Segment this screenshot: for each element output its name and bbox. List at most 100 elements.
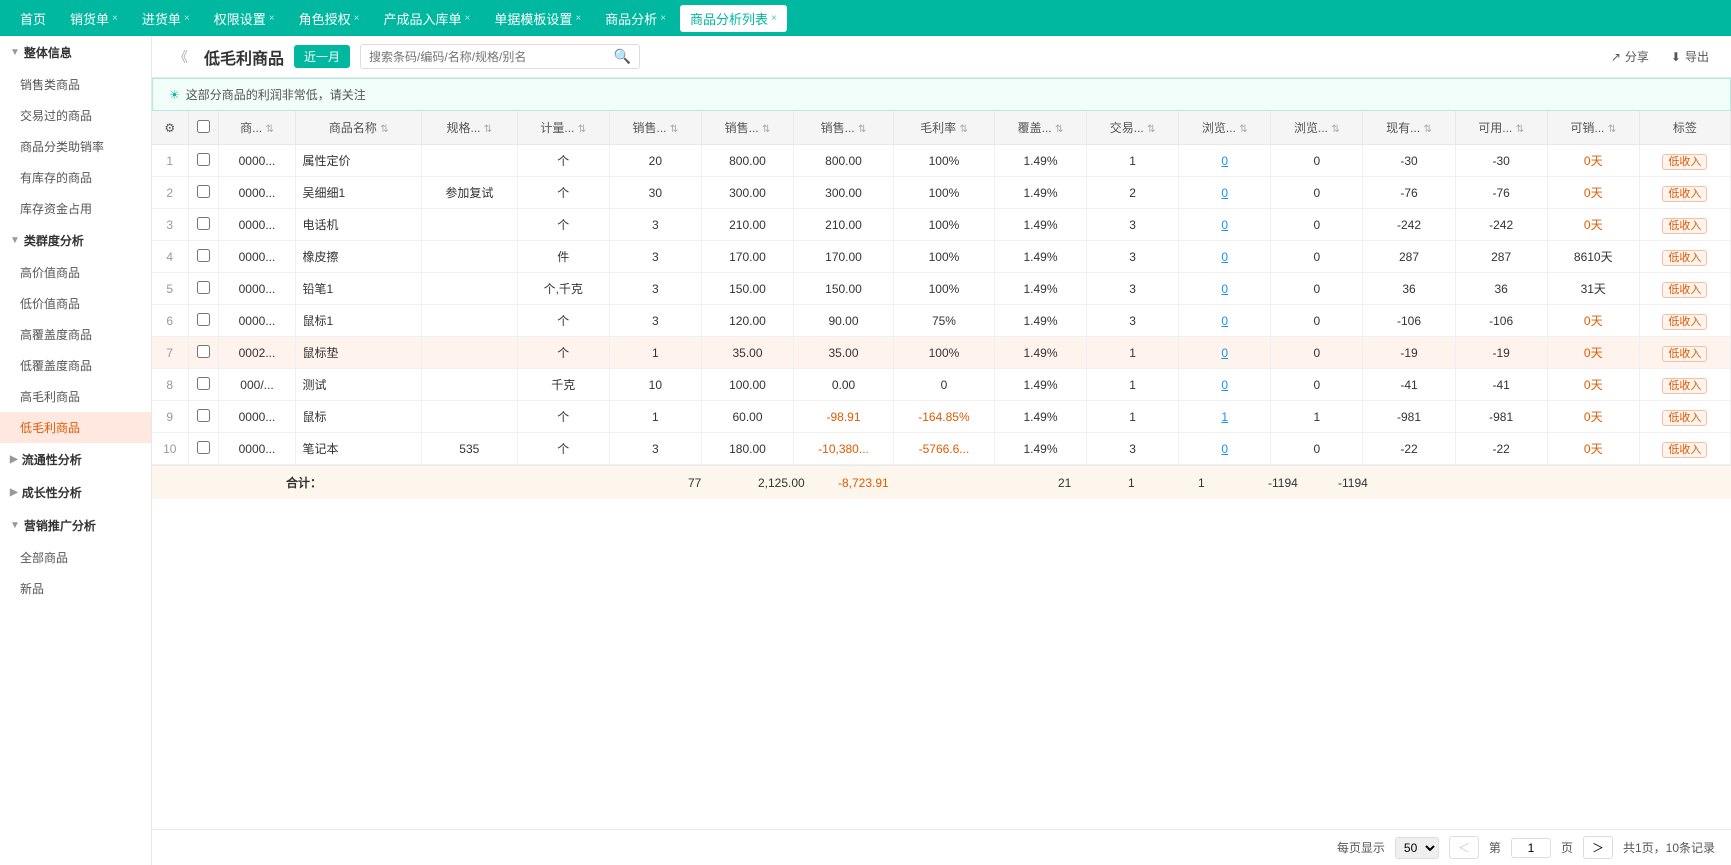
col-checkbox[interactable]: [188, 111, 218, 145]
row-sales-amount-7: 35.00: [794, 337, 894, 369]
row-browse1-8[interactable]: 0: [1179, 369, 1271, 401]
period-button[interactable]: 近一月: [294, 45, 350, 68]
row-checkbox-10[interactable]: [188, 433, 218, 465]
select-all-checkbox[interactable]: [197, 120, 210, 133]
sidebar-item-high-value[interactable]: 高价值商品: [0, 257, 151, 288]
sidebar-item-new-goods[interactable]: 新品: [0, 573, 151, 604]
row-checkbox-1[interactable]: [188, 145, 218, 177]
footer-sales-price: 2,125.00: [758, 476, 838, 490]
col-current[interactable]: 现有... ⇅: [1363, 111, 1455, 145]
col-sales-qty[interactable]: 销售... ⇅: [609, 111, 701, 145]
row-sales-amount-8: 0.00: [794, 369, 894, 401]
table-row: 7 0002... 鼠标垫 个 1 35.00 35.00 100% 1.49%…: [152, 337, 1731, 369]
row-browse1-1[interactable]: 0: [1179, 145, 1271, 177]
page-number-input[interactable]: [1511, 838, 1551, 858]
col-browse1[interactable]: 浏览... ⇅: [1179, 111, 1271, 145]
col-code[interactable]: 商... ⇅: [218, 111, 296, 145]
row-name-1: 属性定价: [296, 145, 422, 177]
search-icon[interactable]: 🔍: [614, 48, 631, 65]
nav-close-product-analysis-list[interactable]: ×: [771, 13, 777, 24]
nav-close-template-settings[interactable]: ×: [575, 13, 581, 24]
row-checkbox-6[interactable]: [188, 305, 218, 337]
nav-purchase-order[interactable]: 进货单 ×: [132, 5, 200, 32]
row-checkbox-7[interactable]: [188, 337, 218, 369]
sidebar-item-high-coverage[interactable]: 高覆盖度商品: [0, 319, 151, 350]
row-checkbox-8[interactable]: [188, 369, 218, 401]
next-page-button[interactable]: ＞: [1583, 836, 1613, 859]
nav-close-product-analysis[interactable]: ×: [660, 13, 666, 24]
sidebar-group-growth[interactable]: ▶ 成长性分析: [0, 476, 151, 509]
nav-product-inbound[interactable]: 产成品入库单 ×: [373, 5, 480, 32]
table-container[interactable]: ⚙ 商... ⇅ 商品名称 ⇅ 规格... ⇅ 计量... ⇅ 销售... ⇅ …: [152, 111, 1731, 829]
prev-page-button[interactable]: ＜: [1449, 836, 1479, 859]
export-icon: ⬇: [1671, 50, 1681, 64]
sidebar-collapse-btn[interactable]: 《: [168, 47, 194, 67]
row-checkbox-9[interactable]: [188, 401, 218, 433]
nav-close-permissions[interactable]: ×: [269, 13, 275, 24]
nav-close-sales-order[interactable]: ×: [112, 13, 118, 24]
sidebar-group-liquidity[interactable]: ▶ 流通性分析: [0, 443, 151, 476]
row-browse1-4[interactable]: 0: [1179, 241, 1271, 273]
col-browse2[interactable]: 浏览... ⇅: [1271, 111, 1363, 145]
page-title: 低毛利商品: [204, 45, 284, 69]
export-button[interactable]: ⬇ 导出: [1665, 45, 1715, 68]
sidebar-group-cluster[interactable]: ▼ 类群度分析: [0, 224, 151, 257]
row-browse1-2[interactable]: 0: [1179, 177, 1271, 209]
nav-close-product-inbound[interactable]: ×: [464, 13, 470, 24]
row-browse1-7[interactable]: 0: [1179, 337, 1271, 369]
sidebar-item-high-margin[interactable]: 高毛利商品: [0, 381, 151, 412]
row-checkbox-4[interactable]: [188, 241, 218, 273]
sidebar-item-all-goods[interactable]: 全部商品: [0, 542, 151, 573]
sidebar-item-low-coverage[interactable]: 低覆盖度商品: [0, 350, 151, 381]
nav-close-purchase-order[interactable]: ×: [184, 13, 190, 24]
col-settings[interactable]: ⚙: [152, 111, 188, 145]
col-unit[interactable]: 计量... ⇅: [517, 111, 609, 145]
col-sales-amount[interactable]: 销售... ⇅: [794, 111, 894, 145]
sidebar-item-low-value[interactable]: 低价值商品: [0, 288, 151, 319]
row-browse1-3[interactable]: 0: [1179, 209, 1271, 241]
row-trade-3: 3: [1087, 209, 1179, 241]
row-checkbox-3[interactable]: [188, 209, 218, 241]
col-sales-price[interactable]: 销售... ⇅: [701, 111, 793, 145]
sidebar-item-sales-goods[interactable]: 销售类商品: [0, 69, 151, 100]
nav-product-analysis[interactable]: 商品分析 ×: [595, 5, 676, 32]
nav-home[interactable]: 首页: [10, 5, 56, 32]
row-browse1-5[interactable]: 0: [1179, 273, 1271, 305]
row-num-5: 5: [152, 273, 188, 305]
sidebar-item-category-rate[interactable]: 商品分类助销率: [0, 131, 151, 162]
col-spec[interactable]: 规格... ⇅: [421, 111, 517, 145]
col-name[interactable]: 商品名称 ⇅: [296, 111, 422, 145]
row-gross-rate-8: 0: [893, 369, 994, 401]
row-current-5: 36: [1363, 273, 1455, 305]
col-saleable[interactable]: 可销... ⇅: [1547, 111, 1639, 145]
nav-sales-order[interactable]: 销货单 ×: [60, 5, 128, 32]
col-coverage[interactable]: 覆盖... ⇅: [994, 111, 1086, 145]
row-browse1-6[interactable]: 0: [1179, 305, 1271, 337]
search-input[interactable]: [369, 50, 609, 64]
row-available-7: -19: [1455, 337, 1547, 369]
settings-icon[interactable]: ⚙: [164, 121, 175, 135]
row-browse1-10[interactable]: 0: [1179, 433, 1271, 465]
sidebar-item-instock-goods[interactable]: 有库存的商品: [0, 162, 151, 193]
col-trade[interactable]: 交易... ⇅: [1087, 111, 1179, 145]
row-tag-3: 低收入: [1639, 209, 1730, 241]
row-gross-rate-9: -164.85%: [893, 401, 994, 433]
nav-role-auth[interactable]: 角色授权 ×: [289, 5, 370, 32]
sidebar-group-overall[interactable]: ▼ 整体信息: [0, 36, 151, 69]
sidebar-item-traded-goods[interactable]: 交易过的商品: [0, 100, 151, 131]
nav-permissions[interactable]: 权限设置 ×: [204, 5, 285, 32]
nav-product-analysis-list[interactable]: 商品分析列表 ×: [680, 5, 787, 32]
col-tag[interactable]: 标签: [1639, 111, 1730, 145]
sidebar-item-low-margin[interactable]: 低毛利商品: [0, 412, 151, 443]
sidebar-group-marketing[interactable]: ▼ 营销推广分析: [0, 509, 151, 542]
sidebar-item-stock-capital[interactable]: 库存资金占用: [0, 193, 151, 224]
nav-template-settings[interactable]: 单据模板设置 ×: [484, 5, 591, 32]
nav-close-role-auth[interactable]: ×: [354, 13, 360, 24]
col-gross-rate[interactable]: 毛利率 ⇅: [893, 111, 994, 145]
share-button[interactable]: ↗ 分享: [1605, 45, 1655, 68]
row-checkbox-5[interactable]: [188, 273, 218, 305]
row-checkbox-2[interactable]: [188, 177, 218, 209]
per-page-select[interactable]: 50: [1395, 837, 1439, 859]
col-available[interactable]: 可用... ⇅: [1455, 111, 1547, 145]
row-browse1-9[interactable]: 1: [1179, 401, 1271, 433]
